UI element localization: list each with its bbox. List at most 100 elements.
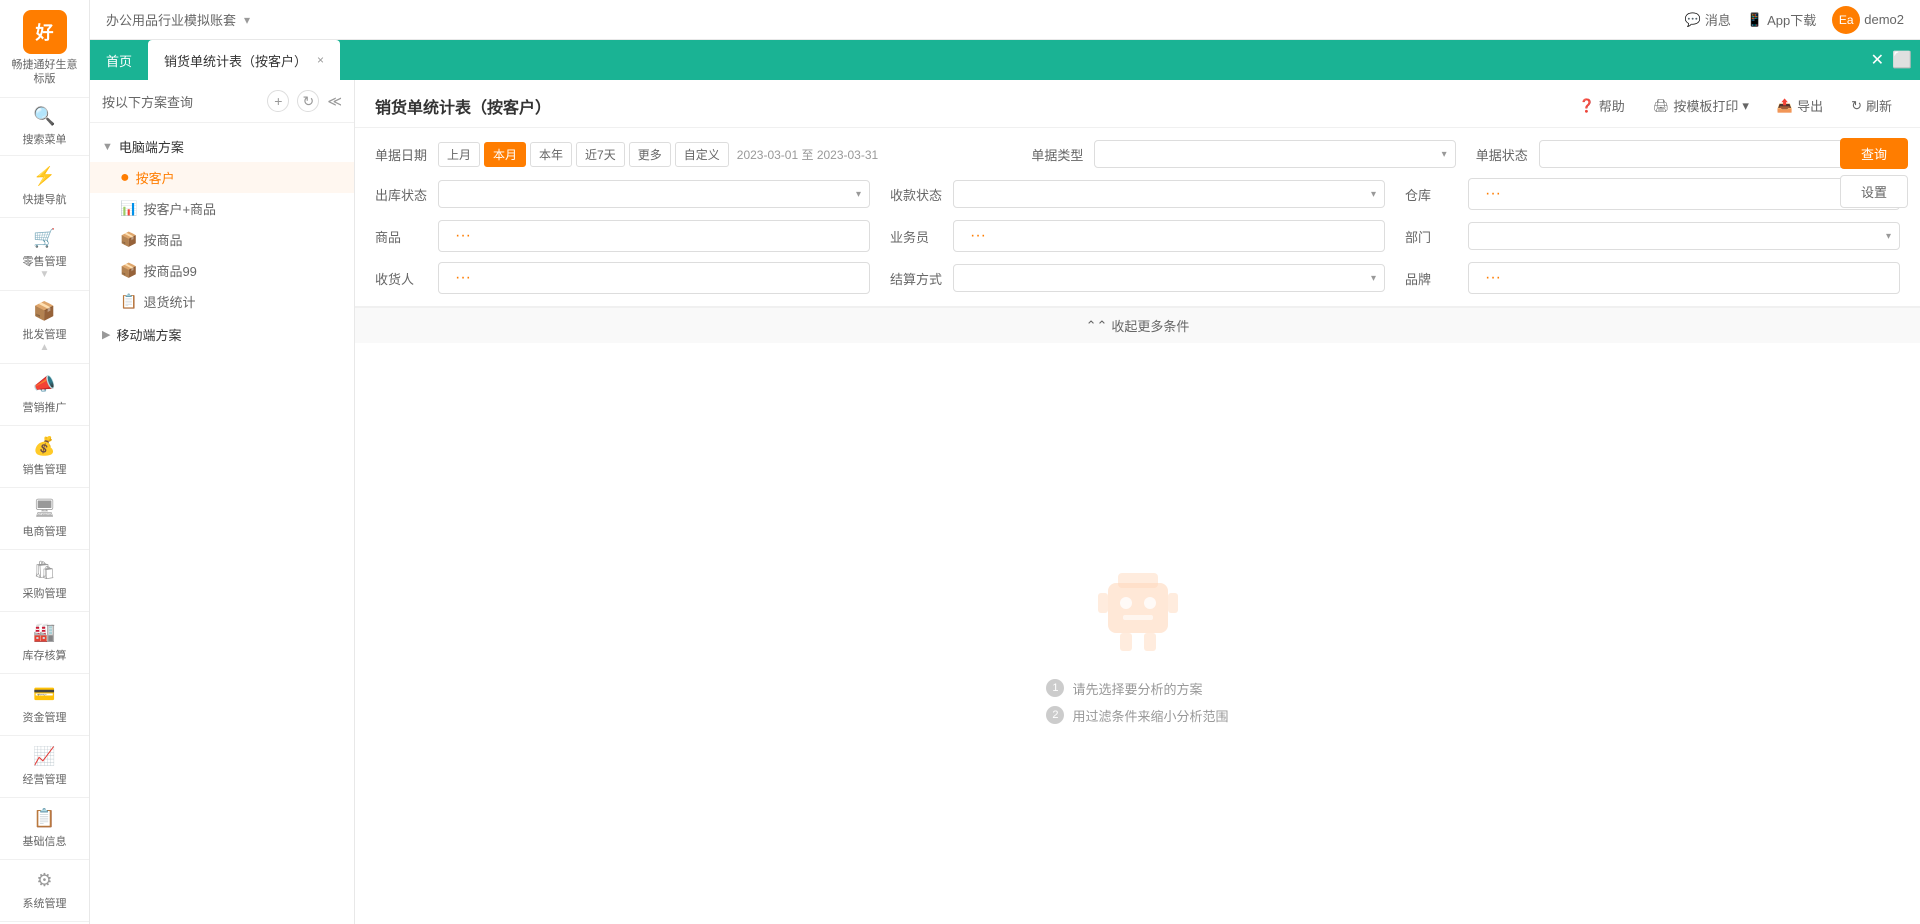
out-status-select[interactable]: ▾ [438,180,870,208]
print-icon: 🖨 [1653,98,1670,114]
payment-status-select[interactable]: ▾ [953,180,1385,208]
tree-group-pc-header[interactable]: ▼ 电脑端方案 [90,131,354,162]
refresh-scheme-button[interactable]: ↻ [297,90,319,112]
logo-icon: 好 [23,10,67,54]
content-area: 按以下方案查询 + ↻ ≪ ▼ 电脑端方案 ● 按客户 [90,80,1920,924]
settlement-select[interactable]: ▾ [953,264,1385,292]
salesperson-input[interactable]: ··· [953,220,1385,252]
goods-dots[interactable]: ··· [447,225,479,247]
sidebar-item-inventory[interactable]: 🏭 库存核算 [0,612,89,674]
left-panel-title: 按以下方案查询 [102,92,193,111]
brand-dots[interactable]: ··· [1477,267,1509,289]
maximize-icon[interactable]: ⬜ [1892,50,1912,70]
export-button[interactable]: 📤 导出 [1769,92,1831,119]
close-window-icon[interactable]: ✕ [1871,50,1884,70]
add-scheme-button[interactable]: + [267,90,289,112]
payment-status-label: 收款状态 [890,185,945,204]
sidebar-item-retail[interactable]: 🛒 零售管理 ▼ [0,218,89,291]
app-download-button[interactable]: 📱 App下载 [1747,10,1816,29]
refresh-icon: ↻ [1851,98,1862,114]
download-icon: 📱 [1747,12,1763,28]
right-panel: 销货单统计表（按客户） ❓ 帮助 🖨 按模板打印 ▾ 📤 导出 [355,80,1920,924]
empty-tips: 1 请先选择要分析的方案 2 用过滤条件来缩小分析范围 [1046,679,1228,725]
tree-group-mobile-label: 移动端方案 [116,325,181,344]
system-icon: ⚙ [36,870,52,891]
sidebar-item-operations[interactable]: 📈 经营管理 [0,736,89,798]
sidebar-item-wholesale[interactable]: 📦 批发管理 ▲ [0,291,89,364]
filter-row-1: 单据日期 上月 本月 本年 近7天 更多 自定义 2023-03-01 至 20… [375,140,1900,168]
receiver-dots[interactable]: ··· [447,267,479,289]
scheme-tree: ▼ 电脑端方案 ● 按客户 📊 按客户+商品 📦 按商品 [90,123,354,360]
filter-settlement: 结算方式 ▾ [890,264,1385,292]
filter-row-2: 出库状态 ▾ 收款状态 ▾ [375,178,1900,210]
tree-item-by-customer-goods[interactable]: 📊 按客户+商品 [90,193,354,224]
warehouse-dots[interactable]: ··· [1477,183,1509,205]
tree-group-mobile: ▶ 移动端方案 [90,319,354,350]
query-button[interactable]: 查询 [1840,138,1908,169]
tree-group-mobile-header[interactable]: ▶ 移动端方案 [90,319,354,350]
refresh-button[interactable]: ↻ 刷新 [1843,92,1900,119]
date-btn-this-year[interactable]: 本年 [530,142,572,167]
salesperson-dots[interactable]: ··· [962,225,994,247]
department-arrow: ▾ [1878,231,1891,242]
filter-goods: 商品 ··· [375,220,870,252]
tree-arrow-pc: ▼ [102,141,113,153]
finance-icon: 💳 [33,684,55,705]
header-dropdown[interactable]: ▾ [244,13,250,27]
receiver-input[interactable]: ··· [438,262,870,294]
filter-brand: 品牌 ··· [1405,262,1900,294]
goods-input[interactable]: ··· [438,220,870,252]
sidebar-item-marketing[interactable]: 📣 营销推广 [0,364,89,426]
date-btn-7days[interactable]: 近7天 [576,142,625,167]
collapse-more-button[interactable]: ⌃⌃ 收起更多条件 [355,307,1920,343]
filter-out-status: 出库状态 ▾ [375,180,870,208]
collapse-panel-button[interactable]: ≪ [327,93,342,110]
tab-sales-stats[interactable]: 销货单统计表（按客户） × [148,40,340,80]
sidebar-item-finance[interactable]: 💳 资金管理 [0,674,89,736]
sidebar-item-ecommerce[interactable]: 🖥 电商管理 [0,488,89,550]
sidebar-item-system[interactable]: ⚙ 系统管理 [0,860,89,922]
message-button[interactable]: 💬 消息 [1685,10,1731,29]
user-menu[interactable]: Ea demo2 [1832,6,1904,34]
sidebar-logo[interactable]: 好 畅捷通好生意 标版 [0,0,89,98]
help-button[interactable]: ❓ 帮助 [1571,92,1633,119]
sidebar-item-sales[interactable]: 💰 销售管理 [0,426,89,488]
header-title: 办公用品行业模拟账套 [106,10,236,29]
sidebar-item-purchase[interactable]: 🛍 采购管理 [0,550,89,612]
print-button[interactable]: 🖨 按模板打印 ▾ [1645,92,1757,119]
tree-item-by-customer[interactable]: ● 按客户 [90,162,354,193]
tip-num-1: 1 [1046,679,1064,697]
tab-controls: ✕ ⬜ [1871,50,1912,70]
filter-warehouse: 仓库 ··· [1405,178,1900,210]
tree-item-return-stats[interactable]: 📋 退货统计 [90,286,354,317]
sidebar-item-shortcut[interactable]: ⚡ 快捷导航 [0,156,89,218]
payment-status-arrow: ▾ [1363,189,1376,200]
receiver-label: 收货人 [375,269,430,288]
filter-doc-status: 单据状态 ▾ [1476,140,1900,168]
settings-button[interactable]: 设置 [1840,175,1908,208]
warehouse-select[interactable]: ··· [1468,178,1900,210]
tree-item-by-goods99[interactable]: 📦 按商品99 [90,255,354,286]
out-status-arrow: ▾ [848,189,861,200]
empty-tip-2: 2 用过滤条件来缩小分析范围 [1046,706,1228,725]
page-header: 销货单统计表（按客户） ❓ 帮助 🖨 按模板打印 ▾ 📤 导出 [355,80,1920,128]
tab-home[interactable]: 首页 [90,40,148,80]
date-btn-more[interactable]: 更多 [629,142,671,167]
brand-input[interactable]: ··· [1468,262,1900,294]
header-right: 💬 消息 📱 App下载 Ea demo2 [1685,6,1904,34]
tab-close-icon[interactable]: × [317,53,324,67]
tree-item-by-goods[interactable]: 📦 按商品 [90,224,354,255]
sidebar-search[interactable]: 🔍 搜索菜单 [0,98,89,156]
doc-type-select[interactable]: ▾ [1094,140,1455,168]
salesperson-label: 业务员 [890,227,945,246]
date-btn-last-month[interactable]: 上月 [438,142,480,167]
date-control: 上月 本月 本年 近7天 更多 自定义 2023-03-01 至 2023-03… [438,142,1011,167]
date-btn-custom[interactable]: 自定义 [675,142,729,167]
sidebar-item-basic[interactable]: 📋 基础信息 [0,798,89,860]
date-btn-this-month[interactable]: 本月 [484,142,526,167]
tree-arrow-mobile: ▶ [102,328,110,341]
wholesale-icon: 📦 [33,301,55,322]
department-select[interactable]: ▾ [1468,222,1900,250]
doc-type-label: 单据类型 [1031,145,1086,164]
goods-label: 商品 [375,227,430,246]
